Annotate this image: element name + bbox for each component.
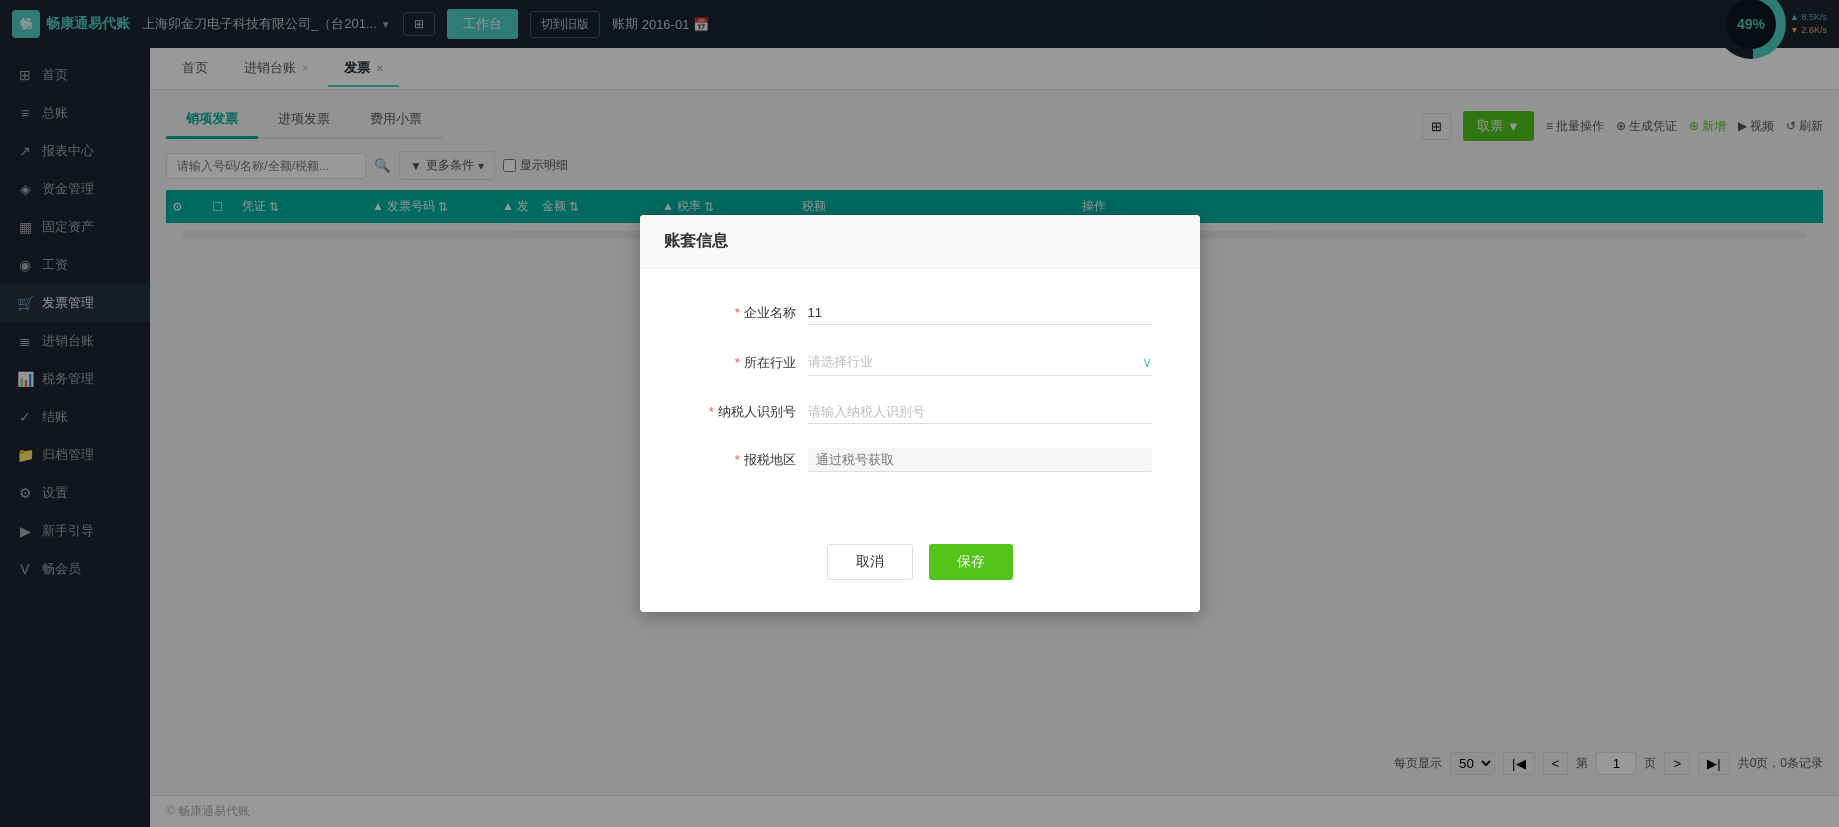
form-row-company: * 企业名称 xyxy=(688,301,1152,325)
tax-id-input[interactable] xyxy=(808,400,1152,424)
dialog-overlay: 账套信息 * 企业名称 * 所在行业 请选择行业 ∨ xyxy=(0,0,1839,827)
form-row-tax-id: * 纳税人识别号 xyxy=(688,400,1152,424)
industry-select[interactable]: 请选择行业 ∨ xyxy=(808,349,1152,376)
required-mark-2: * xyxy=(735,355,740,370)
company-name-input[interactable] xyxy=(808,301,1152,325)
dialog-body: * 企业名称 * 所在行业 请选择行业 ∨ * xyxy=(640,269,1200,528)
industry-placeholder: 请选择行业 xyxy=(808,353,873,371)
cancel-button[interactable]: 取消 xyxy=(827,544,913,580)
dialog-footer: 取消 保存 xyxy=(640,528,1200,612)
industry-label: * 所在行业 xyxy=(688,354,808,372)
form-row-tax-region: * 报税地区 xyxy=(688,448,1152,472)
account-info-dialog: 账套信息 * 企业名称 * 所在行业 请选择行业 ∨ xyxy=(640,215,1200,612)
company-label: * 企业名称 xyxy=(688,304,808,322)
dialog-header: 账套信息 xyxy=(640,215,1200,269)
save-button[interactable]: 保存 xyxy=(929,544,1013,580)
industry-field-label: 所在行业 xyxy=(744,355,796,370)
industry-chevron-icon: ∨ xyxy=(1142,354,1152,370)
tax-id-label: * 纳税人识别号 xyxy=(688,403,808,421)
required-mark-3: * xyxy=(709,404,714,419)
tax-region-input xyxy=(808,448,1152,472)
required-mark-4: * xyxy=(735,452,740,467)
tax-region-label: * 报税地区 xyxy=(688,451,808,469)
tax-id-field-label: 纳税人识别号 xyxy=(718,404,796,419)
required-mark: * xyxy=(735,305,740,320)
form-row-industry: * 所在行业 请选择行业 ∨ xyxy=(688,349,1152,376)
company-field-label: 企业名称 xyxy=(744,305,796,320)
tax-region-field-label: 报税地区 xyxy=(744,452,796,467)
dialog-title: 账套信息 xyxy=(664,232,728,249)
